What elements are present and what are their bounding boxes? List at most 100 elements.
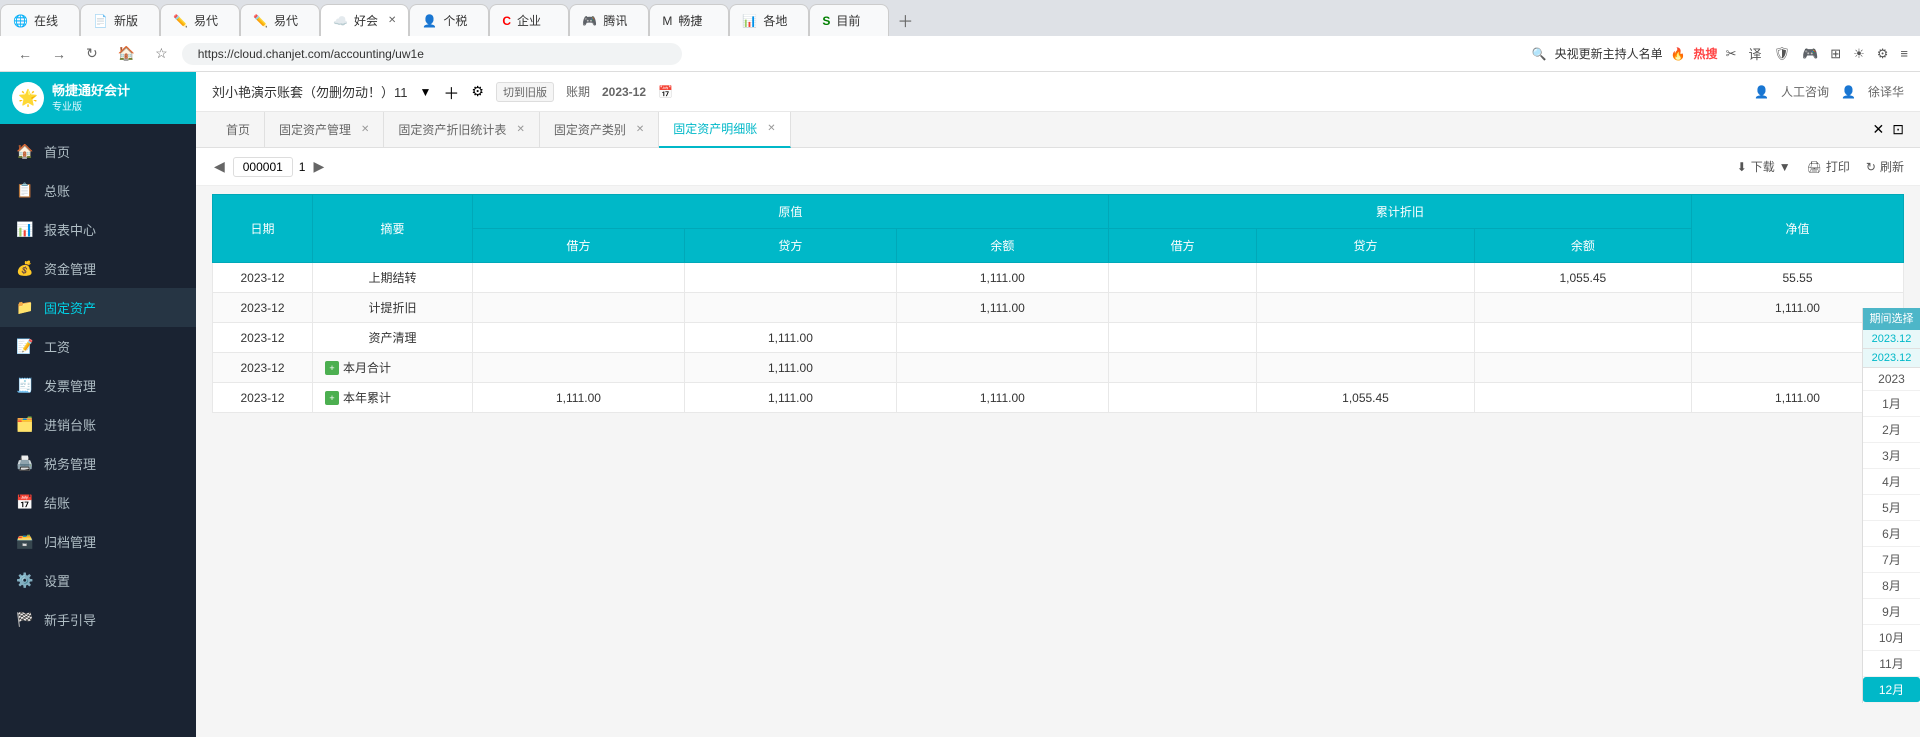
cell-value: [1474, 383, 1691, 413]
period-month-item[interactable]: 9月: [1863, 599, 1920, 625]
forward-button[interactable]: →: [46, 44, 72, 64]
assets-nav-icon: 📁: [16, 299, 34, 317]
tab-gedi[interactable]: 📊 各地: [729, 4, 809, 36]
tab-close-icon[interactable]: ✕: [388, 15, 396, 26]
switch-button[interactable]: 切到旧版: [496, 82, 554, 102]
page-code-input[interactable]: [233, 157, 293, 177]
period-month-item[interactable]: 7月: [1863, 547, 1920, 573]
cell-value: 1,111.00: [473, 383, 685, 413]
tab-homepage[interactable]: 首页: [212, 112, 265, 148]
page-number: 1: [299, 160, 306, 174]
translate-icon[interactable]: 译: [1748, 44, 1761, 63]
period-month-item[interactable]: 1月: [1863, 391, 1920, 417]
back-button[interactable]: ←: [12, 44, 38, 64]
user-label[interactable]: 徐译华: [1868, 83, 1904, 100]
period-month-item[interactable]: 12月: [1863, 677, 1920, 703]
settings-nav-label: 设置: [44, 571, 70, 590]
user-icon: 👤: [1841, 85, 1856, 99]
period-month-item[interactable]: 6月: [1863, 521, 1920, 547]
sidebar-item-funds[interactable]: 💰 资金管理: [0, 249, 196, 288]
sidebar-item-payroll[interactable]: 📝 工资: [0, 327, 196, 366]
home-button[interactable]: 🏠: [112, 43, 141, 64]
sidebar-item-home[interactable]: 🏠 首页: [0, 132, 196, 171]
tab-depreciation-stats[interactable]: 固定资产折旧统计表 ✕: [384, 112, 539, 148]
refresh-button[interactable]: ↻ 刷新: [1866, 158, 1904, 175]
tab-asset-detail-close[interactable]: ✕: [767, 123, 775, 134]
calendar-icon[interactable]: 📅: [658, 85, 673, 99]
tab-asset-detail[interactable]: 固定资产明细账 ✕: [659, 112, 790, 148]
add-account-button[interactable]: ＋: [443, 80, 459, 104]
cell-summary: 上期结转: [313, 263, 473, 293]
th-orig-debit: 借方: [473, 229, 685, 263]
period-month-item[interactable]: 5月: [1863, 495, 1920, 521]
brightness-icon[interactable]: ☀: [1853, 46, 1865, 62]
shield-icon[interactable]: 🛡: [1773, 46, 1790, 62]
cell-value: [684, 293, 896, 323]
tab-icon: 🌐: [13, 14, 28, 28]
tab-changjie[interactable]: M 畅捷: [649, 4, 729, 36]
cell-value: [1257, 323, 1474, 353]
period-selected-start: 2023.12: [1863, 330, 1920, 349]
sidebar-item-sales[interactable]: 🗂️ 进销台账: [0, 405, 196, 444]
sidebar-item-settings[interactable]: ⚙️ 设置: [0, 561, 196, 600]
cell-value: [1108, 353, 1257, 383]
cell-value: 1,111.00: [896, 383, 1108, 413]
help-label[interactable]: 人工咨询: [1781, 83, 1829, 100]
grid-icon[interactable]: ⊞: [1830, 46, 1841, 62]
tab-qiye[interactable]: C 企业: [489, 4, 569, 36]
tab-label: 目前: [836, 12, 860, 29]
maximize-icon[interactable]: ⊡: [1892, 121, 1904, 138]
tab-yidai2[interactable]: ✏️ 易代: [240, 4, 320, 36]
period-month-item[interactable]: 10月: [1863, 625, 1920, 651]
cell-value: 1,055.45: [1257, 383, 1474, 413]
data-table: 日期 摘要 原值 累计折旧 净值 借方 贷方 余额 借方: [212, 194, 1904, 413]
bookmark-button[interactable]: ☆: [149, 43, 174, 64]
tab-online[interactable]: 🌐 在线: [0, 4, 80, 36]
sidebar-item-guide[interactable]: 🏁 新手引导: [0, 600, 196, 639]
tab-asset-category-close[interactable]: ✕: [636, 124, 644, 135]
sidebar-item-assets[interactable]: 📁 固定资产: [0, 288, 196, 327]
table-wrapper: 日期 摘要 原值 累计折旧 净值 借方 贷方 余额 借方: [196, 186, 1920, 737]
table-row: 2023-12资产清理1,111.00: [213, 323, 1904, 353]
sidebar-item-close[interactable]: 📅 结账: [0, 483, 196, 522]
period-month-item[interactable]: 3月: [1863, 443, 1920, 469]
download-button[interactable]: ⬇ 下载 ▼: [1737, 158, 1791, 175]
tab-asset-mgmt-close[interactable]: ✕: [361, 124, 369, 135]
period-month-item[interactable]: 8月: [1863, 573, 1920, 599]
tab-yidai1[interactable]: ✏️ 易代: [160, 4, 240, 36]
tab-asset-detail-label: 固定资产明细账: [673, 120, 757, 137]
tab-tencent[interactable]: 🎮 腾讯: [569, 4, 649, 36]
tab-muqian[interactable]: S 目前: [809, 4, 889, 36]
address-bar: ← → ↻ 🏠 ☆ 🔍 央视更新主持人名单 🔥 热搜 ✂ 译 🛡 🎮 ⊞ ☀ ⚙…: [0, 36, 1920, 72]
close-all-icon[interactable]: ✕: [1873, 121, 1885, 138]
tab-geshui[interactable]: 👤 个税: [409, 4, 489, 36]
prev-page-button[interactable]: ◀: [212, 156, 227, 177]
scissors-icon[interactable]: ✂: [1726, 46, 1737, 62]
menu-icon[interactable]: ≡: [1900, 46, 1908, 61]
address-input[interactable]: [182, 43, 682, 65]
sidebar-item-reports[interactable]: 📊 报表中心: [0, 210, 196, 249]
settings-account-button[interactable]: ⚙: [471, 83, 484, 100]
period-month-item[interactable]: 11月: [1863, 651, 1920, 677]
sidebar-item-tax[interactable]: 🖨️ 税务管理: [0, 444, 196, 483]
settings-icon[interactable]: ⚙: [1877, 46, 1889, 62]
tab-close-all: ✕ ⊡: [1873, 121, 1904, 138]
sidebar-item-ledger[interactable]: 📋 总账: [0, 171, 196, 210]
next-page-button[interactable]: ▶: [311, 156, 326, 177]
th-original-value: 原值: [473, 195, 1109, 229]
sidebar-item-archive[interactable]: 🗃️ 归档管理: [0, 522, 196, 561]
gamepad-icon[interactable]: 🎮: [1802, 46, 1818, 62]
print-button[interactable]: 🖨 打印: [1807, 158, 1850, 175]
period-month-item[interactable]: 4月: [1863, 469, 1920, 495]
tab-new[interactable]: 📄 新版: [80, 4, 160, 36]
tab-asset-category[interactable]: 固定资产类别 ✕: [540, 112, 659, 148]
sidebar-item-invoice[interactable]: 🧾 发票管理: [0, 366, 196, 405]
tab-depreciation-stats-close[interactable]: ✕: [516, 124, 524, 135]
reload-button[interactable]: ↻: [80, 43, 104, 64]
tab-asset-mgmt[interactable]: 固定资产管理 ✕: [265, 112, 384, 148]
period-month-item[interactable]: 2月: [1863, 417, 1920, 443]
period-month-item[interactable]: 2023: [1863, 368, 1920, 391]
tab-asset-mgmt-label: 固定资产管理: [279, 121, 351, 138]
tab-haokuai[interactable]: ☁️ 好会 ✕: [320, 4, 409, 36]
new-tab-button[interactable]: ＋: [889, 4, 921, 36]
